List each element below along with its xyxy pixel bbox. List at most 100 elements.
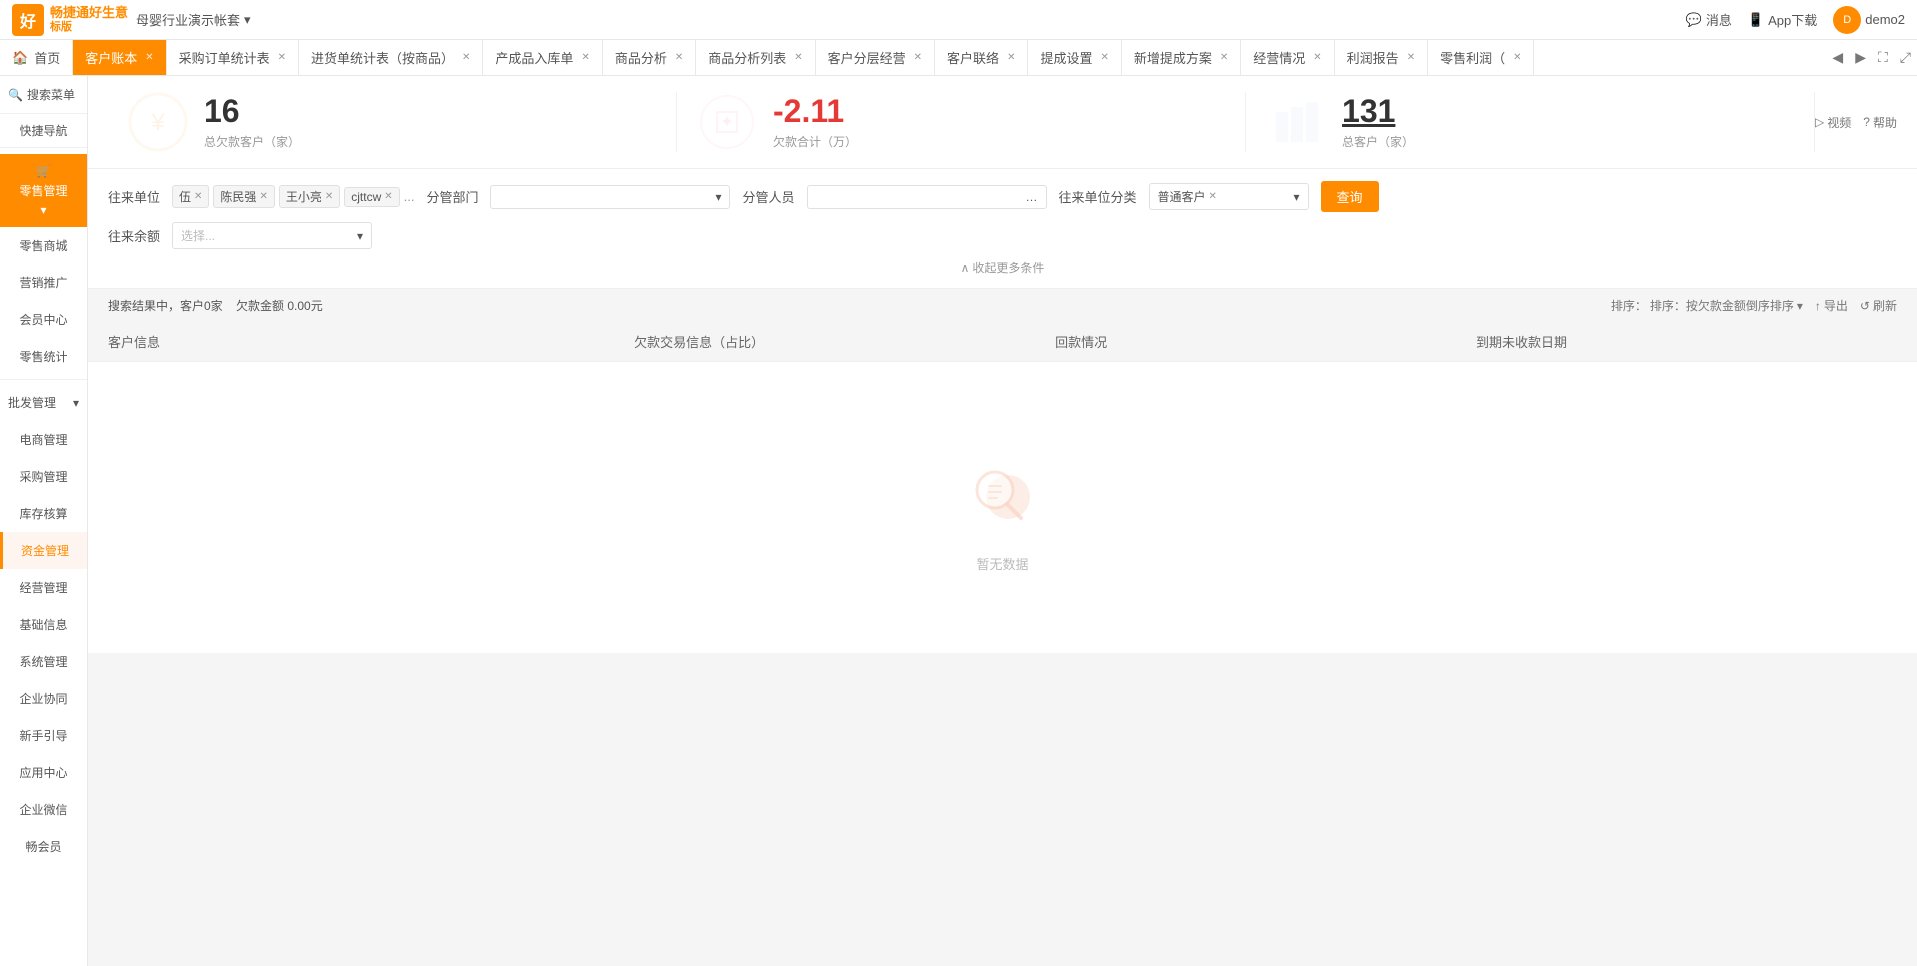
app-download-button[interactable]: 📱 App下载 <box>1748 10 1817 29</box>
user-menu[interactable]: D demo2 <box>1833 6 1905 34</box>
chevron-down-icon: ▾ <box>715 190 721 204</box>
sidebar-item-label: 批发管理 <box>8 394 56 411</box>
messages-button[interactable]: 💬 消息 <box>1686 10 1732 29</box>
sidebar-item-new-guide[interactable]: 新手引导 <box>0 717 87 754</box>
results-bar: 搜索结果中，客户0家 欠款金额 0.00元 排序： 排序：按欠款金额倒序排序 ▾… <box>88 289 1917 322</box>
help-button[interactable]: ? 帮助 <box>1863 114 1897 131</box>
top-bar-left: 好 畅捷通好生意 标版 母婴行业演示帐套 ▾ <box>12 4 251 36</box>
close-icon[interactable]: ✕ <box>1007 52 1015 63</box>
tab-prev-icon[interactable]: ◀ <box>1826 49 1849 66</box>
close-icon[interactable]: ✕ <box>278 52 286 63</box>
close-icon[interactable]: ✕ <box>1100 52 1108 63</box>
close-icon[interactable]: ✕ <box>1220 52 1228 63</box>
collapse-button[interactable]: ∧ 收起更多条件 <box>961 259 1045 276</box>
video-button[interactable]: ▷ 视频 <box>1815 114 1851 131</box>
tab-fullscreen-icon[interactable]: ⤢ <box>1894 49 1917 66</box>
filter-tag-4: cjttcw ✕ <box>344 187 399 207</box>
stat-card-1: ¥ 16 总欠款客户（家） <box>108 92 677 152</box>
export-button[interactable]: ↑ 导出 <box>1815 297 1848 314</box>
tag-close-icon[interactable]: ✕ <box>384 191 392 202</box>
close-icon[interactable]: ✕ <box>462 52 470 63</box>
sidebar-item-inventory[interactable]: 库存核算 <box>0 495 87 532</box>
tab-stock-stats[interactable]: 进货单统计表（按商品） ✕ <box>299 40 483 76</box>
tab-production[interactable]: 产成品入库单 ✕ <box>483 40 602 76</box>
tab-profit-report[interactable]: 利润报告 ✕ <box>1335 40 1428 76</box>
close-icon[interactable]: ✕ <box>794 52 802 63</box>
search-menu-button[interactable]: 🔍 搜索菜单 <box>0 76 87 114</box>
tab-customers[interactable]: 客户账本 ✕ <box>73 40 166 76</box>
filter-more-button[interactable]: ... <box>404 189 415 204</box>
tab-purchase-orders[interactable]: 采购订单统计表 ✕ <box>167 40 299 76</box>
sidebar-item-wholesale[interactable]: 批发管理 ▾ <box>0 384 87 421</box>
sidebar-item-label: 零售商城 <box>19 237 67 254</box>
sidebar-item-label: 库存核算 <box>19 505 67 522</box>
stat-icon-1: ¥ <box>128 92 188 152</box>
tab-goods-analysis-list[interactable]: 商品分析列表 ✕ <box>696 40 815 76</box>
tab-expand-icon[interactable]: ⛶ <box>1872 49 1894 66</box>
tab-retail-profit[interactable]: 零售利润（ ✕ <box>1428 40 1534 76</box>
category-tag: 普通客户 ✕ <box>1158 188 1217 205</box>
balance-select[interactable]: 选择... ▾ <box>172 222 372 249</box>
dept-select[interactable]: ▾ <box>490 185 730 209</box>
sort-select[interactable]: 排序： 排序：按欠款金额倒序排序 ▾ <box>1611 297 1803 314</box>
search-icon: 🔍 <box>8 88 23 102</box>
sidebar-item-operations[interactable]: 经营管理 <box>0 569 87 606</box>
close-icon[interactable]: ✕ <box>1407 52 1415 63</box>
message-icon: 💬 <box>1686 12 1702 28</box>
chevron-up-icon: ∧ <box>961 261 970 275</box>
avatar: D <box>1833 6 1861 34</box>
tab-home[interactable]: 🏠 首页 <box>0 40 73 76</box>
sidebar-item-label: 应用中心 <box>19 764 67 781</box>
sidebar-item-basic-info[interactable]: 基础信息 <box>0 606 87 643</box>
logo-icon: 好 <box>12 4 44 36</box>
query-button[interactable]: 查询 <box>1321 181 1379 212</box>
sidebar-item-retail-mall[interactable]: 零售商城 <box>0 227 87 264</box>
sidebar-item-retail[interactable]: 🛒 零售管理 ▾ <box>0 154 87 227</box>
svg-text:✦: ✦ <box>720 114 733 131</box>
tab-new-promotion[interactable]: 新增提成方案 ✕ <box>1122 40 1241 76</box>
person-select[interactable]: … <box>807 185 1047 209</box>
sidebar-item-retail-stats[interactable]: 零售统计 <box>0 338 87 375</box>
balance-label: 往来余额 <box>108 226 160 245</box>
refresh-button[interactable]: ↺ 刷新 <box>1860 297 1897 314</box>
sidebar-item-marketing[interactable]: 营销推广 <box>0 264 87 301</box>
logo-area: 好 畅捷通好生意 标版 <box>12 4 128 36</box>
sidebar-item-system[interactable]: 系统管理 <box>0 643 87 680</box>
chevron-down-icon: ▾ <box>357 229 363 243</box>
tag-close-icon[interactable]: ✕ <box>1209 191 1217 202</box>
col-customer-header: 客户信息 <box>108 332 634 351</box>
sidebar-item-label: 资金管理 <box>21 542 69 559</box>
sidebar-item-finance[interactable]: 资金管理 <box>0 532 87 569</box>
tag-close-icon[interactable]: ✕ <box>259 191 267 202</box>
sidebar-item-enterprise-wechat[interactable]: 企业微信 <box>0 791 87 828</box>
close-icon[interactable]: ✕ <box>581 52 589 63</box>
close-icon[interactable]: ✕ <box>145 52 153 63</box>
tab-operations[interactable]: 经营情况 ✕ <box>1241 40 1334 76</box>
tab-next-icon[interactable]: ▶ <box>1849 49 1872 66</box>
sidebar-item-purchase[interactable]: 采购管理 <box>0 458 87 495</box>
sidebar-item-plus-member[interactable]: 畅会员 <box>0 828 87 865</box>
data-table: 客户信息 欠款交易信息（占比） 回款情况 到期未收款日期 <box>88 322 1917 653</box>
tag-close-icon[interactable]: ✕ <box>194 191 202 202</box>
stat-actions: ▷ 视频 ? 帮助 <box>1815 114 1897 131</box>
sidebar-item-ecommerce[interactable]: 电商管理 <box>0 421 87 458</box>
tab-customer-tiers[interactable]: 客户分层经营 ✕ <box>816 40 935 76</box>
account-selector[interactable]: 母婴行业演示帐套 ▾ <box>136 10 251 29</box>
tab-promotion-settings[interactable]: 提成设置 ✕ <box>1028 40 1121 76</box>
tab-customer-contact[interactable]: 客户联络 ✕ <box>935 40 1028 76</box>
close-icon[interactable]: ✕ <box>1313 52 1321 63</box>
more-icon: … <box>1026 190 1038 204</box>
sidebar-item-app-center[interactable]: 应用中心 <box>0 754 87 791</box>
tab-goods-analysis[interactable]: 商品分析 ✕ <box>603 40 696 76</box>
stat-number-3: 131 <box>1342 95 1414 127</box>
tag-close-icon[interactable]: ✕ <box>325 191 333 202</box>
close-icon[interactable]: ✕ <box>675 52 683 63</box>
quick-nav-button[interactable]: 快捷导航 <box>0 114 87 148</box>
category-select[interactable]: 普通客户 ✕ ▾ <box>1149 183 1309 210</box>
logo-text: 畅捷通好生意 <box>50 5 128 21</box>
stat-label-3: 总客户（家） <box>1342 133 1414 150</box>
sidebar-item-members[interactable]: 会员中心 <box>0 301 87 338</box>
sidebar-item-enterprise-collab[interactable]: 企业协同 <box>0 680 87 717</box>
close-icon[interactable]: ✕ <box>914 52 922 63</box>
close-icon[interactable]: ✕ <box>1513 52 1521 63</box>
